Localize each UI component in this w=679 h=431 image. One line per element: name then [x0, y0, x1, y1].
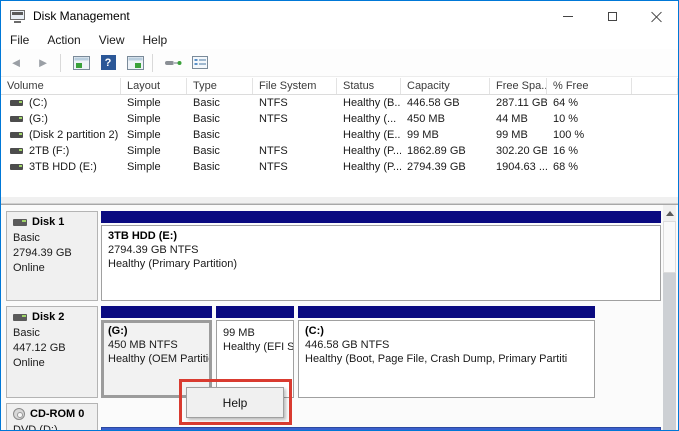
disk1-type: Basic — [13, 232, 91, 244]
disk-icon — [13, 219, 27, 226]
console-tree-button[interactable] — [69, 52, 93, 74]
partition-color-band — [101, 211, 661, 223]
partition-efi[interactable]: 99 MB Healthy (EFI Syst — [216, 306, 294, 398]
volume-drive-icon — [10, 100, 23, 106]
context-menu: Help — [186, 387, 284, 418]
column-header-type[interactable]: Type — [187, 78, 253, 94]
context-menu-item-help[interactable]: Help — [223, 396, 248, 410]
close-icon — [651, 11, 662, 22]
disk2-size: 447.12 GB — [13, 342, 91, 354]
minimize-button[interactable] — [546, 1, 590, 31]
disk2-header[interactable]: Disk 2 Basic 447.12 GB Online — [6, 306, 98, 398]
volume-list-pane: Volume Layout Type File System Status Ca… — [1, 78, 678, 196]
back-button[interactable]: ◄ — [4, 52, 28, 74]
properties-button[interactable] — [188, 52, 212, 74]
toolbar: ◄ ► ? — [1, 49, 678, 77]
disk-management-window: Disk Management File Action View Help ◄ … — [0, 0, 679, 431]
help-button[interactable]: ? — [96, 52, 120, 74]
scrollbar-up-button[interactable] — [663, 205, 676, 221]
menu-action[interactable]: Action — [38, 33, 89, 47]
chevron-up-icon — [666, 211, 674, 216]
column-header-layout[interactable]: Layout — [121, 78, 187, 94]
volume-row-disk2-partition2[interactable]: (Disk 2 partition 2) Simple Basic Health… — [1, 127, 678, 143]
volume-drive-icon — [10, 132, 23, 138]
menu-view[interactable]: View — [90, 33, 134, 47]
back-arrow-icon: ◄ — [10, 56, 23, 69]
forward-arrow-icon: ► — [37, 56, 50, 69]
help-icon: ? — [101, 55, 116, 70]
maximize-icon — [608, 12, 617, 21]
volume-row-c[interactable]: (C:) Simple Basic NTFS Healthy (B... 446… — [1, 95, 678, 111]
column-header-empty — [632, 78, 678, 94]
minimize-icon — [563, 16, 573, 17]
vertical-scrollbar[interactable] — [663, 205, 676, 431]
partition-3tb-hdd-e[interactable]: 3TB HDD (E:) 2794.39 GB NTFS Healthy (Pr… — [101, 211, 661, 301]
maximize-button[interactable] — [590, 1, 634, 31]
column-header-capacity[interactable]: Capacity — [401, 78, 490, 94]
volume-row-g[interactable]: (G:) Simple Basic NTFS Healthy (... 450 … — [1, 111, 678, 127]
scrollbar-thumb[interactable] — [663, 221, 676, 273]
pane-splitter[interactable] — [1, 196, 678, 205]
partition-color-band — [216, 306, 294, 318]
console-tree-icon — [73, 56, 90, 70]
disk2-type: Basic — [13, 327, 91, 339]
action-pane-button[interactable] — [123, 52, 147, 74]
column-header-file-system[interactable]: File System — [253, 78, 337, 94]
disk2-status: Online — [13, 357, 91, 369]
disk-management-app-icon — [10, 10, 26, 23]
toolbar-separator — [152, 54, 153, 72]
partition-g[interactable]: (G:) 450 MB NTFS Healthy (OEM Partition — [101, 306, 212, 398]
volume-table-header: Volume Layout Type File System Status Ca… — [1, 78, 678, 95]
column-header-status[interactable]: Status — [337, 78, 401, 94]
cd-icon — [13, 408, 25, 420]
disk1-header[interactable]: Disk 1 Basic 2794.39 GB Online — [6, 211, 98, 301]
volume-drive-icon — [10, 116, 23, 122]
partition-color-band — [101, 306, 212, 318]
dvd-media-bar[interactable] — [101, 427, 661, 431]
partition-c[interactable]: (C:) 446.58 GB NTFS Healthy (Boot, Page … — [298, 306, 595, 398]
partition-color-band — [298, 306, 595, 318]
menu-file[interactable]: File — [1, 33, 38, 47]
cdrom0-drive: DVD (D:) — [13, 424, 91, 431]
window-controls — [546, 1, 678, 31]
disk1-status: Online — [13, 262, 91, 274]
menu-help[interactable]: Help — [134, 33, 177, 47]
forward-button[interactable]: ► — [31, 52, 55, 74]
volume-drive-icon — [10, 164, 23, 170]
cdrom0-header[interactable]: CD-ROM 0 DVD (D:) — [6, 403, 98, 431]
disk-icon — [13, 314, 27, 321]
toolbar-separator — [60, 54, 61, 72]
properties-icon — [192, 56, 208, 69]
menu-bar: File Action View Help — [1, 31, 678, 49]
volume-row-2tb-f[interactable]: 2TB (F:) Simple Basic NTFS Healthy (P...… — [1, 143, 678, 159]
window-title: Disk Management — [33, 9, 130, 23]
screwdriver-icon — [164, 57, 182, 69]
disk1-size: 2794.39 GB — [13, 247, 91, 259]
action-pane-icon — [127, 56, 144, 70]
column-header-volume[interactable]: Volume — [1, 78, 121, 94]
volume-row-3tb-hdd-e[interactable]: 3TB HDD (E:) Simple Basic NTFS Healthy (… — [1, 159, 678, 175]
title-bar: Disk Management — [1, 1, 678, 31]
volume-drive-icon — [10, 148, 23, 154]
close-button[interactable] — [634, 1, 678, 31]
graphical-view-pane: Disk 1 Basic 2794.39 GB Online 3TB HDD (… — [1, 205, 678, 431]
column-header-free-space[interactable]: Free Spa... — [490, 78, 547, 94]
tools-button[interactable] — [161, 52, 185, 74]
column-header-percent-free[interactable]: % Free — [547, 78, 632, 94]
